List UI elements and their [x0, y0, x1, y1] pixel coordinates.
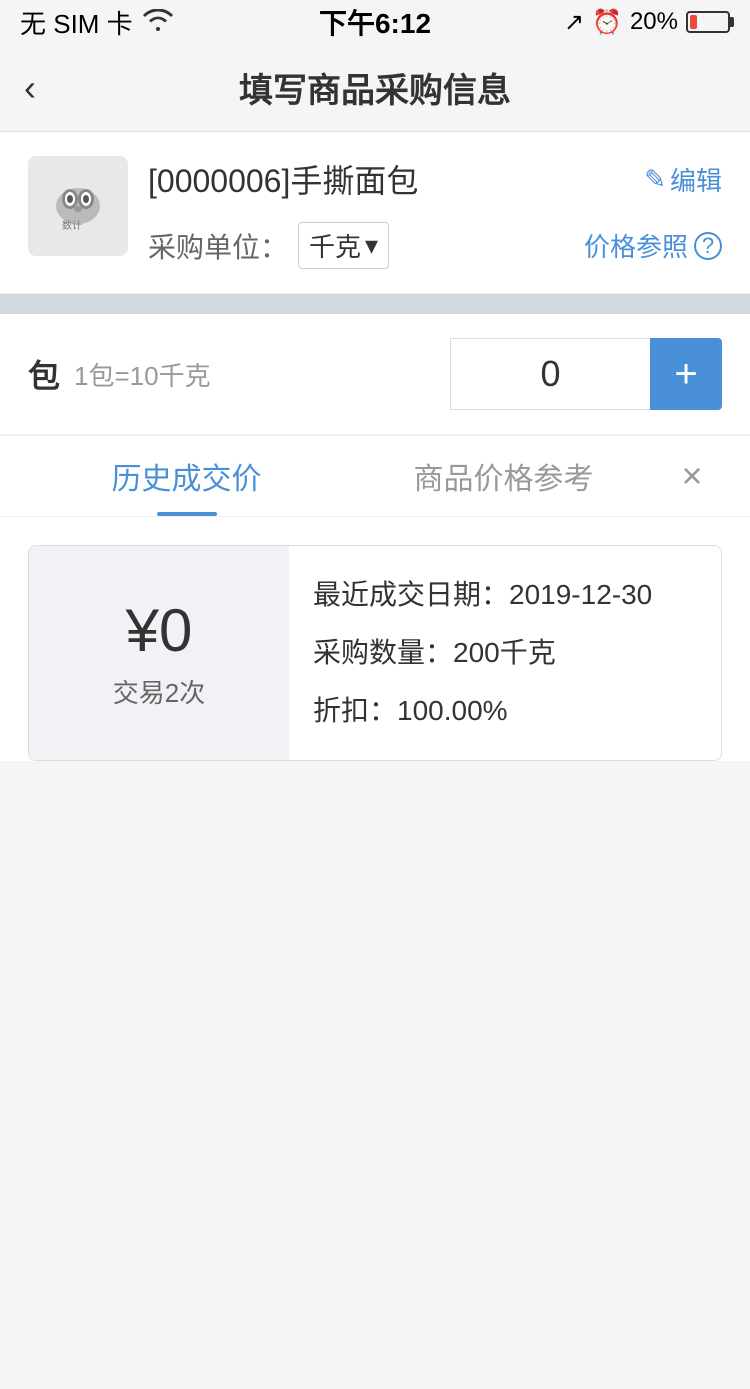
battery-icon	[686, 11, 730, 33]
unit-value: 千克	[309, 227, 361, 264]
price-left-panel: ¥0 交易2次	[29, 546, 289, 760]
svg-text:数计: 数计	[62, 219, 82, 231]
status-time: 下午6:12	[319, 2, 431, 42]
unit-label: 采购单位： 千克 ▾	[148, 222, 389, 269]
discount-value: 100.00%	[397, 695, 508, 726]
unit-badge: 包	[28, 351, 60, 397]
quantity-plus-button[interactable]: +	[650, 338, 722, 410]
edit-button[interactable]: ✎ 编辑	[644, 161, 722, 198]
product-thumbnail: 数计	[28, 156, 128, 256]
product-header: [0000006]手撕面包 ✎ 编辑	[148, 156, 722, 202]
discount-label: 折扣：	[313, 695, 397, 726]
back-button[interactable]: ‹	[24, 67, 36, 109]
qty-row: 采购数量：200千克	[313, 632, 697, 674]
latest-date-row: 最近成交日期：2019-12-30	[313, 574, 697, 616]
quantity-left: 包 1包=10千克	[28, 351, 211, 397]
gps-icon: ↗	[564, 8, 584, 37]
price-card: ¥0 交易2次 最近成交日期：2019-12-30 采购数量：200千克 折扣：…	[28, 545, 722, 761]
wifi-icon	[143, 7, 173, 38]
product-unit-row: 采购单位： 千克 ▾ 价格参照 ?	[148, 222, 722, 269]
unit-dropdown[interactable]: 千克 ▾	[298, 222, 389, 269]
price-value: 0	[159, 597, 192, 664]
latest-date-value: 2019-12-30	[509, 579, 652, 610]
product-card: 数计 [0000006]手撕面包 ✎ 编辑 采购单位： 千克 ▾ 价格参照 ?	[0, 132, 750, 294]
status-right: ↗ ⏰ 20%	[564, 8, 730, 37]
qty-value: 200千克	[453, 637, 556, 668]
product-info: [0000006]手撕面包 ✎ 编辑 采购单位： 千克 ▾ 价格参照 ?	[148, 156, 722, 269]
status-bar: 无 SIM 卡 下午6:12 ↗ ⏰ 20%	[0, 0, 750, 44]
unit-label-text: 采购单位：	[148, 226, 288, 266]
discount-row: 折扣：100.00%	[313, 690, 697, 732]
product-name: [0000006]手撕面包	[148, 156, 418, 202]
carrier-text: 无 SIM 卡	[20, 4, 133, 41]
quantity-row: 包 1包=10千克 0 +	[0, 314, 750, 435]
page-title: 填写商品采购信息	[239, 63, 511, 112]
quantity-input[interactable]: 0	[450, 338, 650, 410]
help-icon: ?	[694, 232, 722, 260]
product-image-icon: 数计	[48, 171, 108, 241]
price-ref-label: 价格参照	[584, 227, 688, 264]
price-amount: ¥0	[126, 596, 193, 665]
price-txcount: 交易2次	[113, 673, 205, 710]
alarm-icon: ⏰	[592, 8, 622, 37]
status-left: 无 SIM 卡	[20, 4, 173, 41]
currency-symbol: ¥	[126, 597, 159, 664]
price-right-panel: 最近成交日期：2019-12-30 采购数量：200千克 折扣：100.00%	[289, 546, 721, 760]
unit-conversion: 1包=10千克	[74, 356, 211, 393]
tab-close-button[interactable]: ×	[662, 455, 722, 497]
latest-date-label: 最近成交日期：	[313, 579, 509, 610]
tab-bar: 历史成交价 商品价格参考 ×	[0, 436, 750, 517]
qty-label: 采购数量：	[313, 637, 453, 668]
dropdown-arrow-icon: ▾	[365, 230, 378, 261]
tab-product-price-ref[interactable]: 商品价格参考	[345, 436, 662, 516]
divider-band	[0, 294, 750, 314]
nav-bar: ‹ 填写商品采购信息	[0, 44, 750, 132]
price-ref-button[interactable]: 价格参照 ?	[584, 227, 722, 264]
tab-section: 历史成交价 商品价格参考 × ¥0 交易2次 最近成交日期：2019-12-30…	[0, 435, 750, 761]
edit-icon: ✎	[644, 164, 666, 195]
tab-history-price[interactable]: 历史成交价	[28, 436, 345, 516]
quantity-input-area: 0 +	[450, 338, 722, 410]
battery-pct: 20%	[630, 8, 678, 36]
bottom-area	[0, 789, 750, 1389]
edit-label: 编辑	[670, 161, 722, 198]
